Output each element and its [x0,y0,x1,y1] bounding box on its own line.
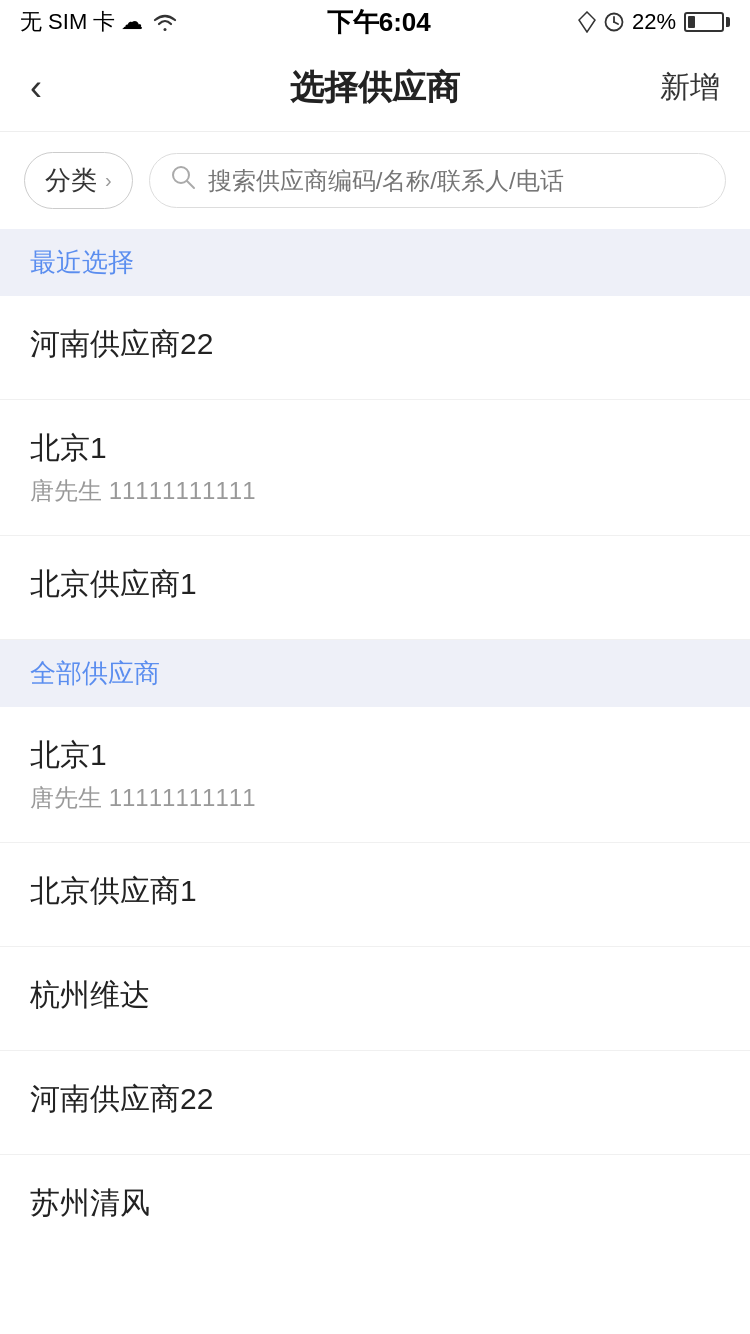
supplier-name: 北京供应商1 [30,871,720,912]
list-item[interactable]: 北京1 唐先生 11111111111 [0,400,750,536]
section-header-all: 全部供应商 [0,640,750,707]
status-left: 无 SIM 卡 ☁ [20,7,179,37]
search-box [149,153,726,208]
supplier-name: 北京1 [30,735,720,776]
no-sim-label: 无 SIM 卡 ☁ [20,7,143,37]
section-header-recent: 最近选择 [0,229,750,296]
supplier-name: 河南供应商22 [30,324,720,365]
add-button[interactable]: 新增 [660,67,720,108]
location-icon [578,11,596,33]
list-item[interactable]: 苏州清风 [0,1155,750,1258]
supplier-detail: 唐先生 11111111111 [30,475,720,507]
clock-icon [604,12,624,32]
supplier-detail: 唐先生 11111111111 [30,782,720,814]
list-item[interactable]: 北京供应商1 [0,843,750,947]
list-item[interactable]: 北京1 唐先生 11111111111 [0,707,750,843]
battery-icon [684,12,730,32]
list-item[interactable]: 北京供应商1 [0,536,750,640]
status-right: 22% [578,9,730,35]
category-button[interactable]: 分类 › [24,152,133,209]
svg-line-2 [614,22,618,24]
status-bar: 无 SIM 卡 ☁ 下午6:04 22% [0,0,750,44]
filter-bar: 分类 › [0,132,750,229]
supplier-list: 最近选择河南供应商22 北京1 唐先生 11111111111 北京供应商1 全部供应商… [0,229,750,1258]
back-button[interactable]: ‹ [30,67,90,109]
supplier-name: 北京1 [30,428,720,469]
search-icon [170,164,196,197]
battery-percent: 22% [632,9,676,35]
supplier-name: 北京供应商1 [30,564,720,605]
list-item[interactable]: 河南供应商22 [0,296,750,400]
supplier-name: 苏州清风 [30,1183,720,1224]
supplier-name: 杭州维达 [30,975,720,1016]
chevron-right-icon: › [105,169,112,192]
wifi-icon [151,12,179,32]
category-label: 分类 [45,163,97,198]
page-title: 选择供应商 [290,65,460,111]
nav-bar: ‹ 选择供应商 新增 [0,44,750,132]
list-item[interactable]: 河南供应商22 [0,1051,750,1155]
svg-line-4 [187,181,194,188]
supplier-name: 河南供应商22 [30,1079,720,1120]
search-input[interactable] [208,167,705,195]
list-item[interactable]: 杭州维达 [0,947,750,1051]
status-time: 下午6:04 [327,5,431,40]
